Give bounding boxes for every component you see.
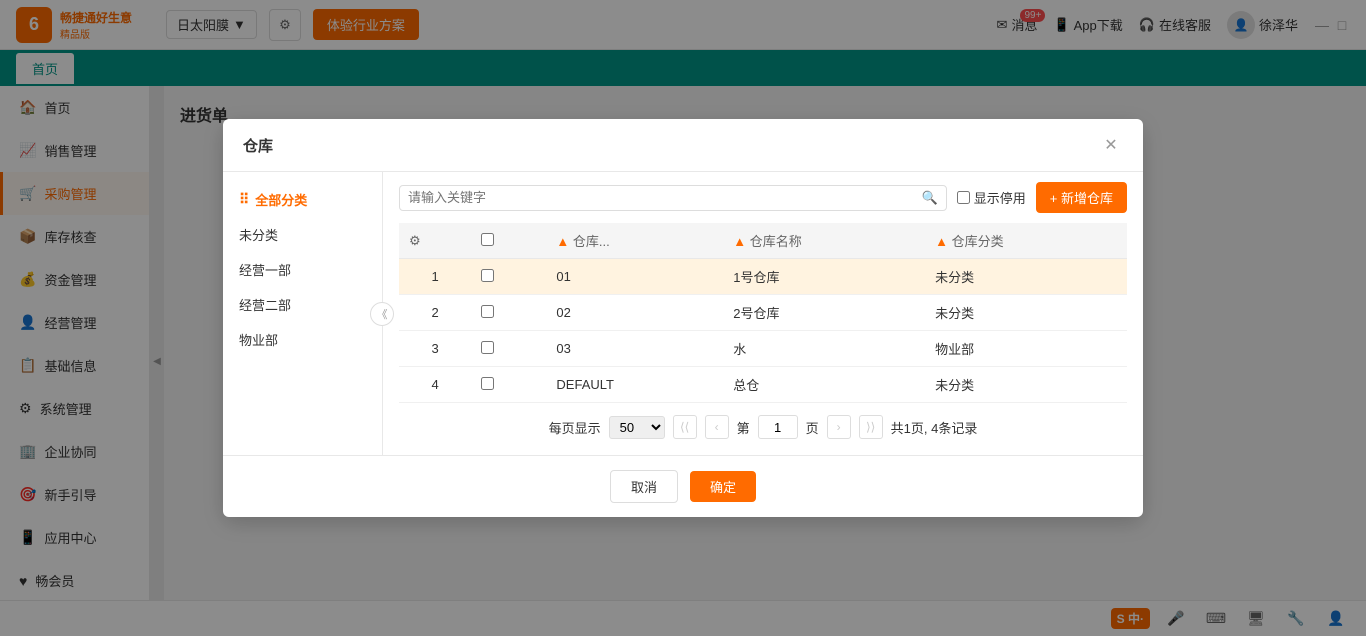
category-ops-2[interactable]: 经营二部 <box>223 287 382 322</box>
show-disabled-checkbox[interactable] <box>957 191 970 204</box>
row-category-1: 未分类 <box>925 259 1127 295</box>
page-size-select[interactable]: 50 10 20 100 <box>609 416 665 439</box>
next-page-button[interactable]: › <box>827 415 851 439</box>
warehouse-table: ⚙ ▲ 仓库... ▲ 仓库名称 ▲ <box>399 223 1127 403</box>
row-index: 3 <box>399 331 471 367</box>
table-row[interactable]: 4 DEFAULT 总仓 未分类 <box>399 367 1127 403</box>
table-row[interactable]: 1 01 1号仓库 未分类 <box>399 259 1127 295</box>
row-checkbox-3[interactable] <box>471 331 546 367</box>
warehouse-modal: 仓库 ✕ ⠿ 全部分类 未分类 经营一部 经营二部 物业部 《 <box>223 119 1143 517</box>
category-panel: ⠿ 全部分类 未分类 经营一部 经营二部 物业部 《 <box>223 172 383 455</box>
last-page-button[interactable]: ⟩⟩ <box>859 415 883 439</box>
sort-code-icon[interactable]: ▲ <box>556 234 569 249</box>
category-property[interactable]: 物业部 <box>223 322 382 357</box>
row-checkbox-1[interactable] <box>471 259 546 295</box>
row-category-4: 未分类 <box>925 367 1127 403</box>
search-icon: 🔍 <box>922 190 938 206</box>
modal-title: 仓库 <box>243 135 273 156</box>
table-row[interactable]: 2 02 2号仓库 未分类 <box>399 295 1127 331</box>
select-all-checkbox[interactable] <box>481 233 494 246</box>
first-page-button[interactable]: ⟨⟨ <box>673 415 697 439</box>
table-row[interactable]: 3 03 水 物业部 <box>399 331 1127 367</box>
row-checkbox-4[interactable] <box>471 367 546 403</box>
table-body: 1 01 1号仓库 未分类 2 02 2号仓库 未分类 <box>399 259 1127 403</box>
grid-icon: ⠿ <box>239 191 249 208</box>
table-panel: 🔍 显示停用 + 新增仓库 ⚙ ▲ <box>383 172 1143 455</box>
pagination: 每页显示 50 10 20 100 ⟨⟨ ‹ 第 页 › ⟩⟩ 共1页, 4条记… <box>399 403 1127 445</box>
confirm-button[interactable]: 确定 <box>690 471 756 502</box>
table-container: ⚙ ▲ 仓库... ▲ 仓库名称 ▲ <box>399 223 1127 403</box>
row-name-1: 1号仓库 <box>723 259 925 295</box>
collapse-category-button[interactable]: 《 <box>370 302 394 326</box>
category-ops-1[interactable]: 经营一部 <box>223 252 382 287</box>
page-number-input[interactable] <box>758 415 798 439</box>
category-unclassified[interactable]: 未分类 <box>223 217 382 252</box>
row-code-3: 03 <box>546 331 723 367</box>
row-code-2: 02 <box>546 295 723 331</box>
modal-footer: 取消 确定 <box>223 455 1143 517</box>
col-checkbox <box>471 223 546 259</box>
row-index: 1 <box>399 259 471 295</box>
row-index: 4 <box>399 367 471 403</box>
modal-header: 仓库 ✕ <box>223 119 1143 172</box>
row-index: 2 <box>399 295 471 331</box>
search-input[interactable] <box>408 190 916 205</box>
col-code: ▲ 仓库... <box>546 223 723 259</box>
sort-category-icon[interactable]: ▲ <box>935 234 948 249</box>
sort-name-icon[interactable]: ▲ <box>733 234 746 249</box>
modal-close-button[interactable]: ✕ <box>1099 133 1123 157</box>
all-categories-item[interactable]: ⠿ 全部分类 <box>223 182 382 217</box>
row-category-3: 物业部 <box>925 331 1127 367</box>
row-category-2: 未分类 <box>925 295 1127 331</box>
table-header: ⚙ ▲ 仓库... ▲ 仓库名称 ▲ <box>399 223 1127 259</box>
row-name-4: 总仓 <box>723 367 925 403</box>
col-settings: ⚙ <box>399 223 471 259</box>
col-category: ▲ 仓库分类 <box>925 223 1127 259</box>
cancel-button[interactable]: 取消 <box>610 470 678 503</box>
row-name-3: 水 <box>723 331 925 367</box>
search-field[interactable]: 🔍 <box>399 185 947 211</box>
new-warehouse-button[interactable]: + 新增仓库 <box>1036 182 1127 213</box>
modal-body: ⠿ 全部分类 未分类 经营一部 经营二部 物业部 《 🔍 <box>223 172 1143 455</box>
row-checkbox-2[interactable] <box>471 295 546 331</box>
col-name: ▲ 仓库名称 <box>723 223 925 259</box>
row-name-2: 2号仓库 <box>723 295 925 331</box>
row-code-4: DEFAULT <box>546 367 723 403</box>
show-disabled-label: 显示停用 <box>957 188 1026 207</box>
table-toolbar: 🔍 显示停用 + 新增仓库 <box>399 182 1127 213</box>
row-code-1: 01 <box>546 259 723 295</box>
prev-page-button[interactable]: ‹ <box>705 415 729 439</box>
